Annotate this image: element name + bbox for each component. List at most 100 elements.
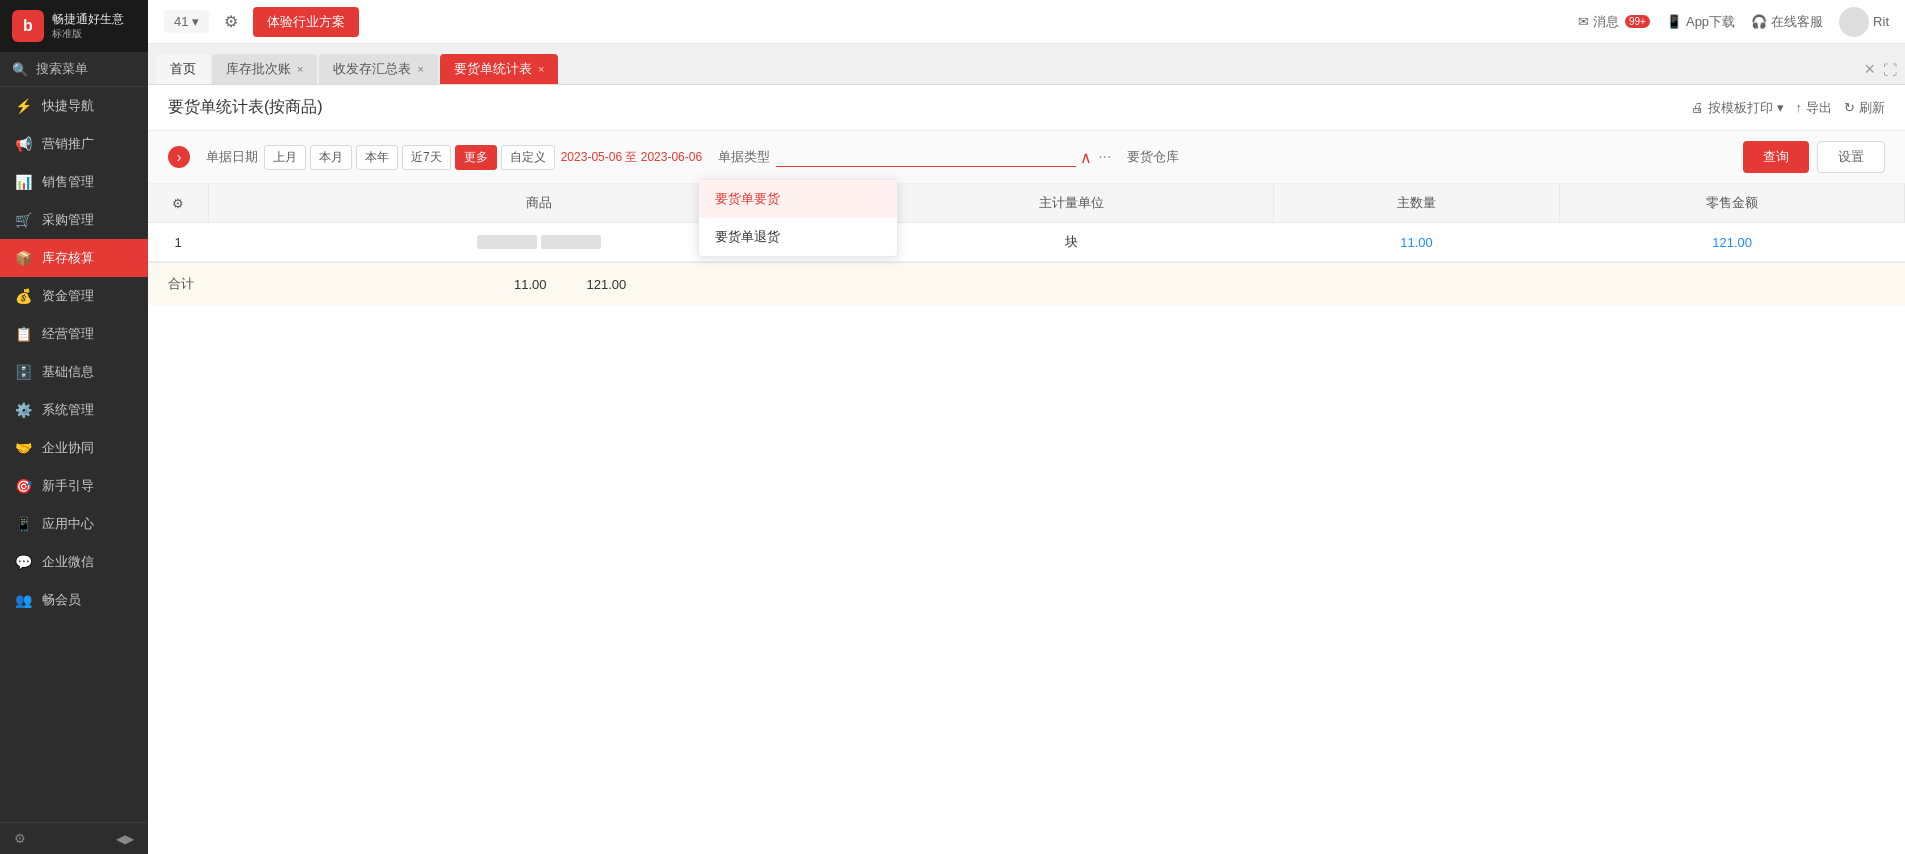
page-header: 要货单统计表(按商品) 🖨 按模板打印 ▾ ↑ 导出 ↻ 刷新 (148, 85, 1905, 131)
type-dropdown: 要货单要货 要货单退货 (698, 179, 898, 257)
online-service-item[interactable]: 🎧 在线客服 (1751, 13, 1823, 31)
tab-fullscreen-icon[interactable]: ⛶ (1883, 62, 1897, 78)
topbar-settings-icon[interactable]: ⚙ (217, 8, 245, 36)
refresh-action[interactable]: ↻ 刷新 (1844, 99, 1885, 117)
date-btn-7days[interactable]: 近7天 (402, 145, 451, 170)
sidebar-item-enterprise[interactable]: 🤝 企业协同 (0, 429, 148, 467)
dropdown-item-1[interactable]: 要货单退货 (699, 218, 897, 256)
sidebar-item-wechat[interactable]: 💬 企业微信 (0, 543, 148, 581)
sidebar: b 畅捷通好生意 标准版 🔍 搜索菜单 ⚡ 快捷导航 📢 营销推广 📊 销售管理… (0, 0, 148, 854)
search-icon: 🔍 (12, 62, 28, 77)
tab-order-summary[interactable]: 要货单统计表 × (440, 54, 558, 84)
member-icon: 👥 (14, 591, 32, 609)
messages-item[interactable]: ✉ 消息 99+ (1578, 13, 1650, 31)
cell-amount[interactable]: 121.00 (1560, 223, 1905, 262)
app-name: 畅捷通好生意 (52, 11, 124, 28)
sidebar-item-label: 快捷导航 (42, 97, 94, 115)
product-placeholder-1 (477, 235, 537, 249)
sidebar-item-label: 资金管理 (42, 287, 94, 305)
refresh-label: 刷新 (1859, 99, 1885, 117)
app-download-item[interactable]: 📱 App下载 (1666, 13, 1735, 31)
date-btn-this-month[interactable]: 本月 (310, 145, 352, 170)
type-select-up-arrow[interactable]: ∧ (1080, 148, 1092, 167)
settings-btn[interactable]: 设置 (1817, 141, 1885, 173)
sidebar-item-member[interactable]: 👥 畅会员 (0, 581, 148, 619)
guide-icon: 🎯 (14, 477, 32, 495)
product-placeholder-2 (541, 235, 601, 249)
tab-recv-send[interactable]: 收发存汇总表 × (319, 54, 437, 84)
store-name: 41 (174, 14, 188, 29)
purchase-icon: 🛒 (14, 211, 32, 229)
filter-action-btns: 查询 设置 (1743, 141, 1885, 173)
export-action[interactable]: ↑ 导出 (1796, 99, 1833, 117)
app-sub: 标准版 (52, 27, 124, 41)
refresh-icon: ↻ (1844, 100, 1855, 115)
main-area: 41 ▾ ⚙ 体验行业方案 ✉ 消息 99+ 📱 App下载 🎧 在线客服 R (148, 0, 1905, 854)
basic-icon: 🗄️ (14, 363, 32, 381)
cell-quantity[interactable]: 11.00 (1273, 223, 1559, 262)
tab-order-summary-label: 要货单统计表 (454, 60, 532, 78)
wechat-icon: 💬 (14, 553, 32, 571)
date-btn-this-year[interactable]: 本年 (356, 145, 398, 170)
type-filter-group: 单据类型 ∧ ··· (718, 147, 1111, 167)
sidebar-item-finance[interactable]: 💰 资金管理 (0, 277, 148, 315)
tab-home-label: 首页 (170, 60, 196, 78)
tab-inventory-batch[interactable]: 库存批次账 × (212, 54, 317, 84)
sidebar-item-label: 应用中心 (42, 515, 94, 533)
query-btn[interactable]: 查询 (1743, 141, 1809, 173)
trial-btn[interactable]: 体验行业方案 (253, 7, 359, 37)
tab-inventory-batch-label: 库存批次账 (226, 60, 291, 78)
col-header-unit: 主计量单位 (870, 184, 1273, 223)
sidebar-item-label: 新手引导 (42, 477, 94, 495)
type-select-extra[interactable]: ··· (1098, 148, 1111, 166)
sidebar-item-inventory[interactable]: 📦 库存核算 (0, 239, 148, 277)
sidebar-item-apps[interactable]: 📱 应用中心 (0, 505, 148, 543)
tab-order-summary-close[interactable]: × (538, 63, 544, 75)
sidebar-search-label: 搜索菜单 (36, 60, 88, 78)
tab-inventory-batch-close[interactable]: × (297, 63, 303, 75)
type-select-wrapper: ∧ (776, 147, 1092, 167)
date-btn-custom[interactable]: 自定义 (501, 145, 555, 170)
tab-close-all-icon[interactable]: × (1864, 59, 1875, 80)
system-icon: ⚙️ (14, 401, 32, 419)
sidebar-item-label: 畅会员 (42, 591, 81, 609)
sidebar-item-basic[interactable]: 🗄️ 基础信息 (0, 353, 148, 391)
data-table: ⚙ 商品 主计量单位 主数量 零售金额 1 (148, 184, 1905, 262)
date-btn-more[interactable]: 更多 (455, 145, 497, 170)
sidebar-item-system[interactable]: ⚙️ 系统管理 (0, 391, 148, 429)
table-body: 1 块 11.00 121.00 (148, 223, 1905, 262)
tab-recv-send-close[interactable]: × (417, 63, 423, 75)
user-item[interactable]: Rit (1839, 7, 1889, 37)
sidebar-item-label: 经营管理 (42, 325, 94, 343)
user-name: Rit (1873, 14, 1889, 29)
operation-icon: 📋 (14, 325, 32, 343)
sidebar-item-operation[interactable]: 📋 经营管理 (0, 315, 148, 353)
date-btn-last-month[interactable]: 上月 (264, 145, 306, 170)
sidebar-item-purchase[interactable]: 🛒 采购管理 (0, 201, 148, 239)
sidebar-item-marketing[interactable]: 📢 营销推广 (0, 125, 148, 163)
page-actions: 🖨 按模板打印 ▾ ↑ 导出 ↻ 刷新 (1691, 99, 1886, 117)
date-filter-label: 单据日期 (206, 148, 258, 166)
topbar-left: 41 ▾ ⚙ 体验行业方案 (164, 7, 1566, 37)
sidebar-item-quick-nav[interactable]: ⚡ 快捷导航 (0, 87, 148, 125)
col-header-settings[interactable]: ⚙ (148, 184, 208, 223)
headset-icon: 🎧 (1751, 14, 1767, 29)
sales-icon: 📊 (14, 173, 32, 191)
print-template-action[interactable]: 🖨 按模板打印 ▾ (1691, 99, 1784, 117)
type-select-input[interactable] (776, 147, 1076, 167)
sidebar-item-guide[interactable]: 🎯 新手引导 (0, 467, 148, 505)
filter-bar: › 单据日期 上月 本月 本年 近7天 更多 自定义 2023-05-06 至 … (148, 131, 1905, 184)
sidebar-item-label: 企业微信 (42, 553, 94, 571)
cell-index: 1 (148, 223, 208, 262)
dropdown-item-0[interactable]: 要货单要货 (699, 180, 897, 218)
sidebar-item-sales[interactable]: 📊 销售管理 (0, 163, 148, 201)
expand-filter-btn[interactable]: › (168, 146, 190, 168)
store-selector[interactable]: 41 ▾ (164, 10, 209, 33)
sidebar-search[interactable]: 🔍 搜索菜单 (0, 52, 148, 87)
sidebar-item-label: 库存核算 (42, 249, 94, 267)
sidebar-bottom-bar: ⚙ ◀▶ (0, 822, 148, 854)
sidebar-settings-icon[interactable]: ⚙ (14, 831, 26, 846)
messages-badge: 99+ (1625, 15, 1650, 28)
tab-home[interactable]: 首页 (156, 54, 210, 84)
sidebar-collapse-icon[interactable]: ◀▶ (116, 832, 134, 846)
